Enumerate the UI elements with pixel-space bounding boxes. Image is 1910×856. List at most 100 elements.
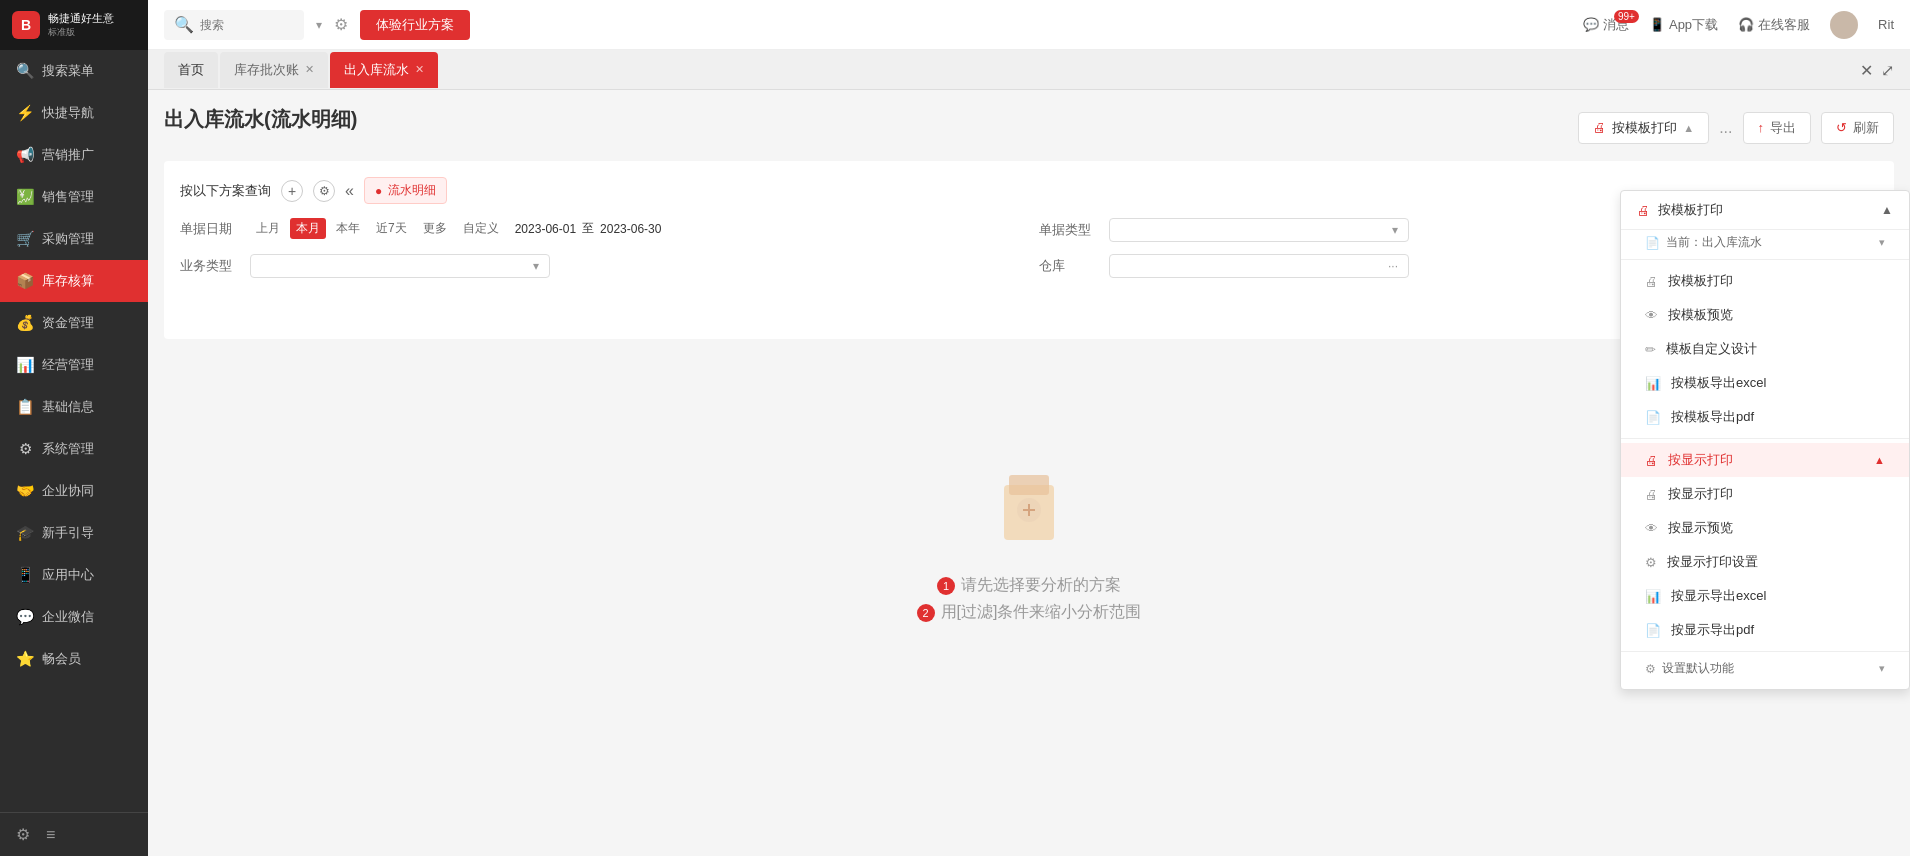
message-btn[interactable]: 💬 消息 99+ xyxy=(1583,16,1629,34)
tab-batch-label: 库存批次账 xyxy=(234,61,299,79)
date-sep: 至 xyxy=(582,220,594,237)
filter-tag-dot: ● xyxy=(375,184,382,198)
tab-batch-close[interactable]: ✕ xyxy=(305,63,314,76)
dp-default-settings[interactable]: ⚙ 设置默认功能 ▾ xyxy=(1621,656,1909,681)
dp-default-settings-icon: ⚙ xyxy=(1645,662,1656,676)
logo-sub: 标准版 xyxy=(48,26,114,39)
dp-title: 按模板打印 xyxy=(1658,201,1723,219)
dp-display-print-settings[interactable]: ⚙ 按显示打印设置 xyxy=(1621,545,1909,579)
sidebar-item-wechat[interactable]: 💬 企业微信 xyxy=(0,596,148,638)
headset-icon: 🎧 xyxy=(1738,17,1754,32)
action-more-dots[interactable]: ... xyxy=(1719,119,1732,137)
export-btn[interactable]: ↑ 导出 xyxy=(1743,112,1812,144)
sidebar-item-system[interactable]: ⚙ 系统管理 xyxy=(0,428,148,470)
tab-home[interactable]: 首页 xyxy=(164,52,218,88)
shortcut-this-month[interactable]: 本月 xyxy=(290,218,326,239)
dp-current-section: 📄 当前：出入库流水 ▾ xyxy=(1621,230,1909,255)
message-badge: 99+ xyxy=(1614,10,1639,23)
dp-display-pdf[interactable]: 📄 按显示导出pdf xyxy=(1621,613,1909,647)
tab-expand-icon[interactable]: ⤢ xyxy=(1881,60,1894,79)
sidebar-item-membership[interactable]: ⭐ 畅会员 xyxy=(0,638,148,680)
dp-display-preview[interactable]: 👁 按显示预览 xyxy=(1621,511,1909,545)
sidebar-item-basics[interactable]: 📋 基础信息 xyxy=(0,386,148,428)
empty-step-1: 1 请先选择要分析的方案 xyxy=(937,575,1121,596)
dp-default-arrow: ▾ xyxy=(1879,662,1885,675)
refresh-icon: ↺ xyxy=(1836,120,1847,135)
sidebar-item-app-center[interactable]: 📱 应用中心 xyxy=(0,554,148,596)
sidebar-item-search-menu[interactable]: 🔍 搜索菜单 xyxy=(0,50,148,92)
dp-template-print-icon: 🖨 xyxy=(1645,274,1658,289)
date-label: 单据日期 xyxy=(180,220,240,238)
dp-collapse-icon[interactable]: ▲ xyxy=(1881,203,1893,217)
topbar-dropdown-arrow[interactable]: ▾ xyxy=(316,18,322,32)
date-range: 2023-06-01 至 2023-06-30 xyxy=(515,220,662,237)
shortcut-more[interactable]: 更多 xyxy=(417,218,453,239)
shortcut-this-year[interactable]: 本年 xyxy=(330,218,366,239)
tab-batch-account[interactable]: 库存批次账 ✕ xyxy=(220,52,328,88)
sidebar-item-inventory[interactable]: 📦 库存核算 xyxy=(0,260,148,302)
logo-icon: B xyxy=(12,11,40,39)
warehouse-more-icon[interactable]: ··· xyxy=(1388,259,1398,273)
app-logo: B 畅捷通好生意 标准版 xyxy=(0,0,148,50)
sidebar-bottom: ⚙ ≡ xyxy=(0,812,148,856)
dp-template-preview-icon: 👁 xyxy=(1645,308,1658,323)
dp-template-print[interactable]: 🖨 按模板打印 xyxy=(1621,264,1909,298)
filter-add-btn[interactable]: + xyxy=(281,180,303,202)
dp-template-pdf[interactable]: 📄 按模板导出pdf xyxy=(1621,400,1909,434)
dp-display-print[interactable]: 🖨 按显示打印 xyxy=(1621,477,1909,511)
sidebar-item-purchase[interactable]: 🛒 采购管理 xyxy=(0,218,148,260)
dp-display-print-section[interactable]: 🖨 按显示打印 ▲ xyxy=(1621,443,1909,477)
purchase-icon: 🛒 xyxy=(16,230,34,248)
sidebar-item-enterprise[interactable]: 🤝 企业协同 xyxy=(0,470,148,512)
dp-default-settings-label: 设置默认功能 xyxy=(1662,660,1734,677)
shortcut-7days[interactable]: 近7天 xyxy=(370,218,413,239)
shortcut-prev-month[interactable]: 上月 xyxy=(250,218,286,239)
user-avatar[interactable] xyxy=(1830,11,1858,39)
sidebar-nav: 🔍 搜索菜单 ⚡ 快捷导航 📢 营销推广 💹 销售管理 🛒 采购管理 📦 库存核… xyxy=(0,50,148,812)
sidebar-item-marketing[interactable]: 📢 营销推广 xyxy=(0,134,148,176)
search-input[interactable] xyxy=(200,18,294,32)
dp-display-pdf-icon: 📄 xyxy=(1645,623,1661,638)
shortcut-custom[interactable]: 自定义 xyxy=(457,218,505,239)
filter-collapse-icon[interactable]: « xyxy=(345,182,354,200)
refresh-btn[interactable]: ↺ 刷新 xyxy=(1821,112,1894,144)
export-icon: ↑ xyxy=(1758,120,1765,135)
sidebar-item-operations[interactable]: 📊 经营管理 xyxy=(0,344,148,386)
date-end[interactable]: 2023-06-30 xyxy=(600,222,661,236)
print-template-btn[interactable]: 🖨 按模板打印 ▲ xyxy=(1578,112,1709,144)
tab-close-icon[interactable]: ✕ xyxy=(1860,60,1873,79)
dp-template-excel[interactable]: 📊 按模板导出excel xyxy=(1621,366,1909,400)
search-menu-icon: 🔍 xyxy=(16,62,34,80)
app-download-btn[interactable]: 📱 App下载 xyxy=(1649,16,1718,34)
topbar-search-box[interactable]: 🔍 xyxy=(164,10,304,40)
phone-icon: 📱 xyxy=(1649,17,1665,32)
dp-template-customize[interactable]: ✏ 模板自定义设计 xyxy=(1621,332,1909,366)
filter-item-biztype: 业务类型 ▾ xyxy=(180,254,1019,278)
biztype-select[interactable]: ▾ xyxy=(250,254,550,278)
menu-toggle-icon[interactable]: ≡ xyxy=(46,826,55,844)
dp-display-excel[interactable]: 📊 按显示导出excel xyxy=(1621,579,1909,613)
filter-tag-liushui[interactable]: ● 流水明细 xyxy=(364,177,447,204)
dp-template-preview[interactable]: 👁 按模板预览 xyxy=(1621,298,1909,332)
warehouse-select[interactable]: ··· xyxy=(1109,254,1409,278)
warehouse-label: 仓库 xyxy=(1039,257,1099,275)
topbar-gear-icon[interactable]: ⚙ xyxy=(334,15,348,34)
sidebar-item-sales[interactable]: 💹 销售管理 xyxy=(0,176,148,218)
topbar: 🔍 ▾ ⚙ 体验行业方案 💬 消息 99+ 📱 App下载 🎧 在线客服 Rit xyxy=(148,0,1910,50)
finance-icon: 💰 xyxy=(16,314,34,332)
sidebar-item-quick-nav[interactable]: ⚡ 快捷导航 xyxy=(0,92,148,134)
industry-btn[interactable]: 体验行业方案 xyxy=(360,10,470,40)
settings-bottom-icon[interactable]: ⚙ xyxy=(16,825,30,844)
enterprise-icon: 🤝 xyxy=(16,482,34,500)
sidebar-item-finance[interactable]: 💰 资金管理 xyxy=(0,302,148,344)
online-service-btn[interactable]: 🎧 在线客服 xyxy=(1738,16,1810,34)
biztype-arrow: ▾ xyxy=(533,259,539,273)
tab-flow[interactable]: 出入库流水 ✕ xyxy=(330,52,438,88)
tab-flow-close[interactable]: ✕ xyxy=(415,63,424,76)
dp-divider-1 xyxy=(1621,259,1909,260)
filter-gear-btn[interactable]: ⚙ xyxy=(313,180,335,202)
filter-item-date: 单据日期 上月 本月 本年 近7天 更多 自定义 2023-06-01 至 20… xyxy=(180,218,1019,239)
sidebar-item-newbie[interactable]: 🎓 新手引导 xyxy=(0,512,148,554)
date-start[interactable]: 2023-06-01 xyxy=(515,222,576,236)
doctype-select[interactable]: ▾ xyxy=(1109,218,1409,242)
